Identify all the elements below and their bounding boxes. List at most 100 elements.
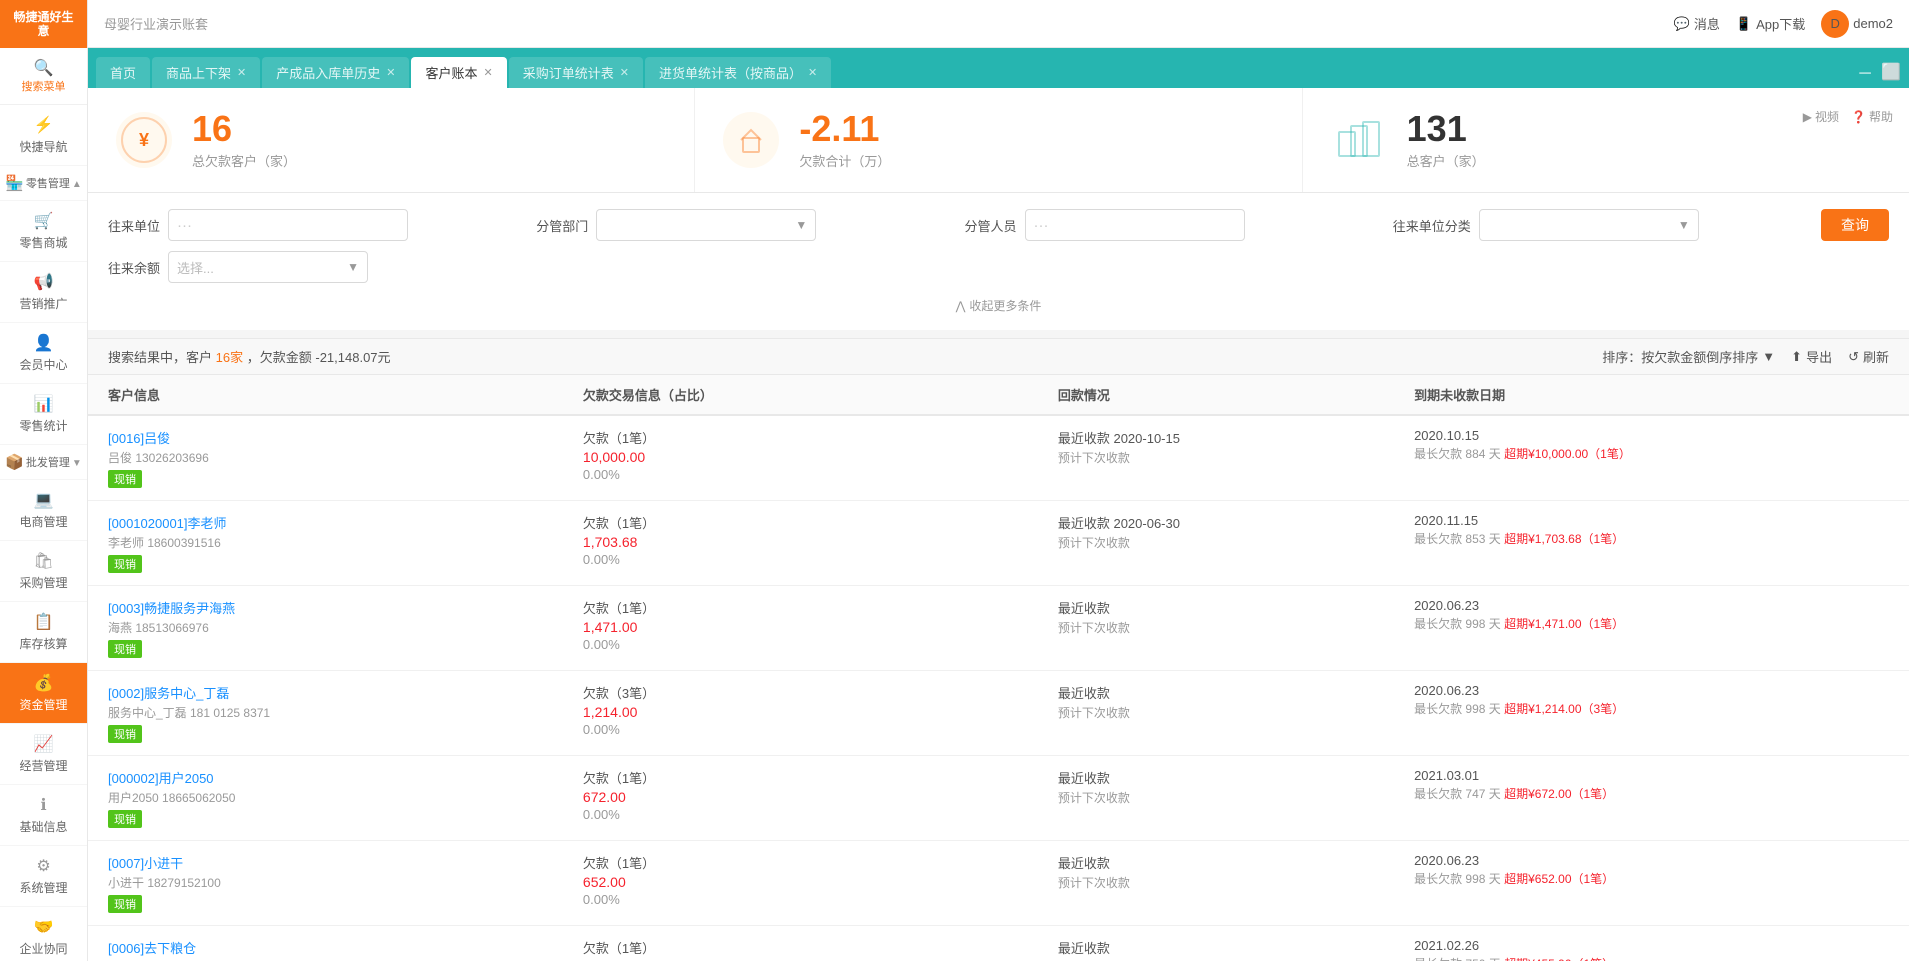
sidebar-item-marketing[interactable]: 📢 营销推广: [0, 262, 87, 323]
customer-name-link-5[interactable]: [0007]小进干: [108, 856, 183, 871]
unit-class-select[interactable]: ▼: [1479, 209, 1699, 241]
last-payment-1: 最近收款 2020-06-30: [1058, 513, 1414, 532]
download-icon: 📱: [1736, 16, 1752, 32]
overdue-amount-2: 超期¥1,471.00（1笔）: [1504, 617, 1624, 631]
customer-tag-4: 现销: [108, 810, 142, 828]
help-action-btn[interactable]: ❓ 帮助: [1851, 108, 1893, 125]
user-menu[interactable]: D demo2: [1821, 10, 1893, 38]
sidebar-item-retail-stats[interactable]: 📊 零售统计: [0, 384, 87, 445]
main-area: 母婴行业演示账套 💬 消息 📱 App下载 D demo2 首页 商品上下架 ✕: [88, 0, 1909, 961]
balance-chevron-icon: ▼: [347, 260, 359, 274]
table-row: [0001020001]李老师 李老师 18600391516 现销 欠款（1笔…: [88, 501, 1909, 586]
tab-close-products-off[interactable]: ✕: [237, 66, 246, 79]
customer-name-link-4[interactable]: [000002]用户2050: [108, 771, 214, 786]
debt-info-5: 欠款（1笔） 652.00 0.00%: [583, 853, 1058, 907]
col-header-due: 到期未收款日期: [1414, 385, 1889, 404]
overdue-amount-0: 超期¥10,000.00（1笔）: [1504, 447, 1631, 461]
table-row: [0016]吕俊 吕俊 13026203696 现销 欠款（1笔） 10,000…: [88, 416, 1909, 501]
tab-customer-account[interactable]: 客户账本 ✕: [411, 57, 506, 88]
sidebar-item-search-menu[interactable]: 🔍 搜索菜单: [0, 48, 87, 105]
debt-info-1: 欠款（1笔） 1,703.68 0.00%: [583, 513, 1058, 567]
overdue-days-3: 最长欠款 998 天 超期¥1,214.00（3笔）: [1414, 700, 1889, 717]
sort-select[interactable]: 排序：按欠款金额倒序排序 ▼: [1602, 347, 1775, 366]
tab-close-production-history[interactable]: ✕: [386, 66, 395, 79]
sidebar-item-wholesale-mgmt[interactable]: 📦 批发管理 ▼: [0, 445, 87, 480]
from-unit-label: 往来单位: [108, 216, 160, 235]
tab-close-purchase-stat[interactable]: ✕: [620, 66, 629, 79]
logo-text: 畅捷通好生意: [10, 10, 77, 39]
manager-input[interactable]: ···: [1025, 209, 1245, 241]
dept-chevron-icon: ▼: [795, 218, 807, 232]
due-date-6: 2021.02.26: [1414, 938, 1889, 953]
customer-info-0: [0016]吕俊 吕俊 13026203696 现销: [108, 428, 583, 488]
customer-name-link-0[interactable]: [0016]吕俊: [108, 431, 170, 446]
sidebar-item-retail-mgmt[interactable]: 🏪 零售管理 ▲: [0, 166, 87, 201]
table-row: [0007]小进干 小进干 18279152100 现销 欠款（1笔） 652.…: [88, 841, 1909, 926]
stat-icon-owing: ¥: [112, 108, 176, 172]
balance-select[interactable]: 选择... ▼: [168, 251, 368, 283]
customer-name-link-3[interactable]: [0002]服务中心_丁磊: [108, 686, 229, 701]
last-payment-3: 最近收款: [1058, 683, 1414, 702]
stat-info-owing: 16 总欠款客户（家）: [192, 111, 670, 170]
results-actions: 排序：按欠款金额倒序排序 ▼ ⬆ 导出 ↺ 刷新: [1602, 347, 1889, 366]
sidebar-item-system-mgmt[interactable]: ⚙ 系统管理: [0, 846, 87, 907]
filter-from-unit: 往来单位 ···: [108, 209, 520, 241]
refresh-btn[interactable]: ↺ 刷新: [1848, 347, 1889, 366]
debt-info-4: 欠款（1笔） 672.00 0.00%: [583, 768, 1058, 822]
sort-chevron-icon: ▼: [1762, 349, 1775, 364]
due-info-5: 2020.06.23 最长欠款 998 天 超期¥652.00（1笔）: [1414, 853, 1889, 887]
search-button[interactable]: 查询: [1821, 209, 1889, 241]
customer-name-link-6[interactable]: [0006]去下粮仓: [108, 941, 196, 956]
debt-amount-4: 672.00: [583, 789, 1058, 805]
tab-close-inbound-stat[interactable]: ✕: [808, 66, 817, 79]
tab-products-off[interactable]: 商品上下架 ✕: [152, 57, 260, 88]
sidebar-item-ecommerce-mgmt[interactable]: 💻 电商管理: [0, 480, 87, 541]
next-payment-0: 预计下次收款: [1058, 449, 1414, 466]
sidebar-item-operations-mgmt[interactable]: 📈 经营管理: [0, 724, 87, 785]
tab-maximize-icon[interactable]: ⬜: [1881, 62, 1901, 82]
from-unit-input[interactable]: ···: [168, 209, 408, 241]
sidebar-item-finance-mgmt[interactable]: 💰 资金管理: [0, 663, 87, 724]
username-label: demo2: [1853, 16, 1893, 31]
last-payment-5: 最近收款: [1058, 853, 1414, 872]
sidebar-item-quick-nav[interactable]: ⚡ 快捷导航: [0, 105, 87, 166]
svg-text:¥: ¥: [139, 130, 149, 150]
next-payment-1: 预计下次收款: [1058, 534, 1414, 551]
customer-tag-0: 现销: [108, 470, 142, 488]
app-download-btn[interactable]: 📱 App下载: [1736, 14, 1805, 33]
tab-close-customer-account[interactable]: ✕: [484, 66, 493, 79]
owing-customers-number: 16: [192, 111, 670, 147]
tab-purchase-stat[interactable]: 采购订单统计表 ✕: [509, 57, 643, 88]
customer-name-link-2[interactable]: [0003]畅捷服务尹海燕: [108, 601, 235, 616]
filter-row-1: 往来单位 ··· 分管部门 ▼ 分管人员 ·: [108, 209, 1889, 241]
sidebar-item-inventory-check[interactable]: 📋 库存核算: [0, 602, 87, 663]
customer-name-link-1[interactable]: [0001020001]李老师: [108, 516, 227, 531]
recovery-info-1: 最近收款 2020-06-30 预计下次收款: [1058, 513, 1414, 551]
export-btn[interactable]: ⬆ 导出: [1791, 347, 1832, 366]
collapse-more-btn[interactable]: ⋀ 收起更多条件: [956, 297, 1042, 314]
tab-production-history[interactable]: 产成品入库单历史 ✕: [262, 57, 409, 88]
dept-select[interactable]: ▼: [596, 209, 816, 241]
unit-class-chevron-icon: ▼: [1678, 218, 1690, 232]
filter-manager: 分管人员 ···: [965, 209, 1377, 241]
sidebar-item-enterprise-collab[interactable]: 🤝 企业协同: [0, 907, 87, 961]
message-btn[interactable]: 💬 消息: [1674, 14, 1720, 33]
total-debt-number: -2.11: [799, 111, 1277, 147]
next-payment-5: 预计下次收款: [1058, 874, 1414, 891]
debt-count-3: 欠款（3笔）: [583, 683, 1058, 702]
sidebar-item-base-info[interactable]: ℹ 基础信息: [0, 785, 87, 846]
sidebar-item-retail-store[interactable]: 🛒 零售商城: [0, 201, 87, 262]
due-date-3: 2020.06.23: [1414, 683, 1889, 698]
user-avatar: D: [1821, 10, 1849, 38]
tab-minimize-icon[interactable]: －: [1857, 60, 1873, 84]
collapse-more-area: ⋀ 收起更多条件: [108, 293, 1889, 322]
sidebar-item-purchase-mgmt[interactable]: 🛍 采购管理: [0, 541, 87, 602]
sidebar-item-member-center[interactable]: 👤 会员中心: [0, 323, 87, 384]
video-action-btn[interactable]: ▶ 视频: [1803, 108, 1839, 125]
overdue-days-2: 最长欠款 998 天 超期¥1,471.00（1笔）: [1414, 615, 1889, 632]
tab-home[interactable]: 首页: [96, 57, 150, 88]
overdue-days-5: 最长欠款 998 天 超期¥652.00（1笔）: [1414, 870, 1889, 887]
recovery-info-3: 最近收款 预计下次收款: [1058, 683, 1414, 721]
table-row: [0006]去下粮仓 陈小帅 现销 欠款（1笔） 455.90 0.00% 最近…: [88, 926, 1909, 961]
tab-inbound-stat[interactable]: 进货单统计表（按商品） ✕: [645, 57, 831, 88]
